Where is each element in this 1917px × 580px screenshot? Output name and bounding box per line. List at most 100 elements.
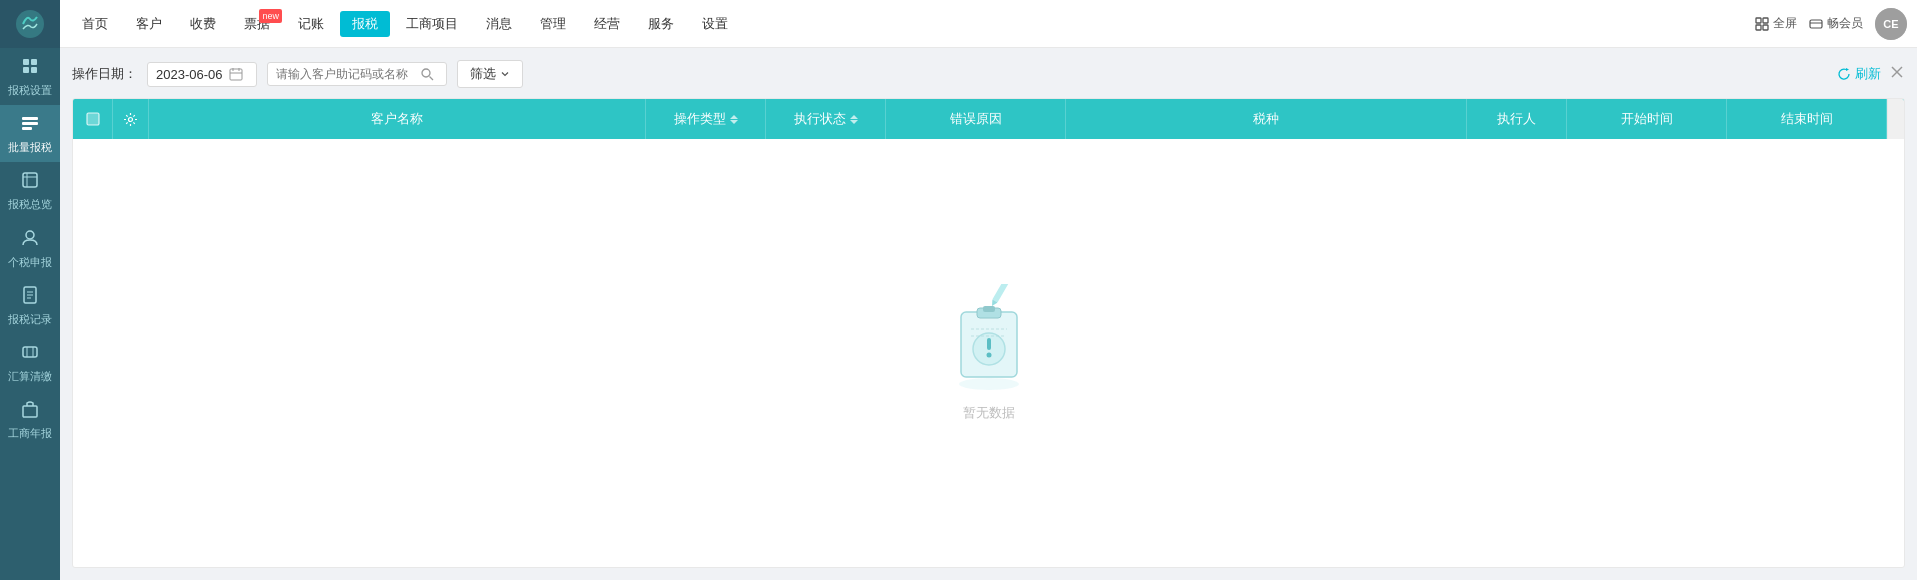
th-executor: 执行人 xyxy=(1467,99,1567,139)
svg-rect-21 xyxy=(1763,18,1768,23)
svg-rect-1 xyxy=(23,59,29,65)
search-input[interactable] xyxy=(276,67,416,81)
sidebar-item-baoshui-zonlan[interactable]: 报税总览 xyxy=(0,162,60,219)
sidebar-item-huisuan-jiaona[interactable]: 汇算清缴 xyxy=(0,334,60,391)
new-badge: new xyxy=(259,9,282,23)
piliang-baoshui-icon xyxy=(20,113,40,138)
search-box[interactable] xyxy=(267,62,447,86)
sidebar-item-label: 批量报税 xyxy=(8,141,52,154)
huisuan-jiaona-icon xyxy=(20,342,40,367)
th-settings[interactable] xyxy=(113,99,149,139)
nav-item-fuwu[interactable]: 服务 xyxy=(636,11,686,37)
member-icon xyxy=(1809,17,1823,31)
th-endtime: 结束时间 xyxy=(1727,99,1887,139)
svg-rect-7 xyxy=(22,127,32,130)
svg-point-0 xyxy=(16,10,44,38)
svg-rect-20 xyxy=(1756,18,1761,23)
sidebar-item-label: 工商年报 xyxy=(8,427,52,440)
sidebar-item-label: 报税记录 xyxy=(8,313,52,326)
nav-right: 全屏 畅会员 CE xyxy=(1755,8,1907,40)
filter-button[interactable]: 筛选 xyxy=(457,60,523,88)
table-header: 客户名称 操作类型 执行状态 错误原因 xyxy=(73,99,1904,139)
svg-line-31 xyxy=(430,77,434,81)
refresh-icon xyxy=(1837,67,1851,81)
nav-item-shoufei[interactable]: 收费 xyxy=(178,11,228,37)
close-icon xyxy=(1889,64,1905,80)
svg-rect-8 xyxy=(23,173,37,187)
fullscreen-icon xyxy=(1755,17,1769,31)
nav-item-piao[interactable]: 票据 new xyxy=(232,11,282,37)
sidebar-item-baoshui-shezhi[interactable]: 报税设置 xyxy=(0,48,60,105)
svg-point-44 xyxy=(986,353,991,358)
svg-rect-24 xyxy=(1810,20,1822,28)
checkbox-all-icon xyxy=(86,112,100,126)
sort-icon xyxy=(850,115,858,124)
column-settings-icon xyxy=(123,112,138,127)
empty-illustration xyxy=(939,284,1039,394)
main-area: 首页 客户 收费 票据 new 记账 报税 工商项目 消息 xyxy=(60,0,1917,580)
th-checkbox[interactable] xyxy=(73,99,113,139)
sidebar-item-label: 个税申报 xyxy=(8,256,52,269)
nav-items: 首页 客户 收费 票据 new 记账 报税 工商项目 消息 xyxy=(70,11,1755,37)
nav-item-baoshui[interactable]: 报税 xyxy=(340,11,390,37)
close-button[interactable] xyxy=(1889,64,1905,84)
th-error: 错误原因 xyxy=(886,99,1066,139)
th-client: 客户名称 xyxy=(149,99,646,139)
nav-item-xiaoxi[interactable]: 消息 xyxy=(474,11,524,37)
th-optype[interactable]: 操作类型 xyxy=(646,99,766,139)
top-navigation: 首页 客户 收费 票据 new 记账 报税 工商项目 消息 xyxy=(60,0,1917,48)
refresh-button[interactable]: 刷新 xyxy=(1837,65,1881,83)
app-logo[interactable] xyxy=(0,0,60,48)
nav-item-homepage[interactable]: 首页 xyxy=(70,11,120,37)
svg-rect-43 xyxy=(987,338,991,350)
baoshui-shezhi-icon xyxy=(20,56,40,81)
nav-item-jingying[interactable]: 经营 xyxy=(582,11,632,37)
content-area: 操作日期： 2023-06-06 筛选 xyxy=(60,48,1917,580)
nav-item-gongshang[interactable]: 工商项目 xyxy=(394,11,470,37)
svg-rect-22 xyxy=(1756,25,1761,30)
svg-rect-16 xyxy=(23,347,37,357)
nav-item-jizha[interactable]: 记账 xyxy=(286,11,336,37)
table-body: 暂无数据 xyxy=(73,139,1904,567)
sidebar-item-geshui-shenbao[interactable]: 个税申报 xyxy=(0,220,60,277)
empty-text: 暂无数据 xyxy=(963,404,1015,422)
sidebar: 报税设置 批量报税 报税总览 个税申报 xyxy=(0,0,60,580)
empty-state: 暂无数据 xyxy=(919,264,1059,442)
svg-rect-34 xyxy=(87,113,99,125)
svg-point-11 xyxy=(26,231,34,239)
member-button[interactable]: 畅会员 xyxy=(1809,15,1863,32)
baoshui-jilu-icon xyxy=(20,285,40,310)
th-starttime: 开始时间 xyxy=(1567,99,1727,139)
sidebar-item-label: 报税设置 xyxy=(8,84,52,97)
user-avatar[interactable]: CE xyxy=(1875,8,1907,40)
svg-rect-19 xyxy=(23,406,37,417)
svg-rect-3 xyxy=(23,67,29,73)
geshui-shenbao-icon xyxy=(20,228,40,253)
sidebar-item-piliang-baoshui[interactable]: 批量报税 xyxy=(0,105,60,162)
calendar-icon xyxy=(229,67,243,81)
svg-rect-6 xyxy=(22,122,38,125)
filter-bar: 操作日期： 2023-06-06 筛选 xyxy=(72,60,1905,88)
nav-item-guanli[interactable]: 管理 xyxy=(528,11,578,37)
search-icon xyxy=(420,67,434,81)
baoshui-zonlan-icon xyxy=(20,170,40,195)
sidebar-item-baoshui-jilu[interactable]: 报税记录 xyxy=(0,277,60,334)
nav-item-shezhi[interactable]: 设置 xyxy=(690,11,740,37)
gongshang-nianbao-icon xyxy=(20,399,40,424)
data-table: 客户名称 操作类型 执行状态 错误原因 xyxy=(72,98,1905,568)
th-taxtype: 税种 xyxy=(1066,99,1467,139)
svg-point-47 xyxy=(959,378,1019,390)
svg-rect-23 xyxy=(1763,25,1768,30)
svg-point-35 xyxy=(129,117,133,121)
fullscreen-button[interactable]: 全屏 xyxy=(1755,15,1797,32)
date-picker[interactable]: 2023-06-06 xyxy=(147,62,257,87)
svg-point-30 xyxy=(422,69,430,77)
sidebar-item-label: 汇算清缴 xyxy=(8,370,52,383)
nav-item-clients[interactable]: 客户 xyxy=(124,11,174,37)
sidebar-item-gongshang-nianbao[interactable]: 工商年报 xyxy=(0,391,60,448)
chevron-down-icon xyxy=(500,69,510,79)
svg-rect-4 xyxy=(31,67,37,73)
th-status[interactable]: 执行状态 xyxy=(766,99,886,139)
svg-rect-26 xyxy=(230,69,242,80)
sidebar-item-label: 报税总览 xyxy=(8,198,52,211)
